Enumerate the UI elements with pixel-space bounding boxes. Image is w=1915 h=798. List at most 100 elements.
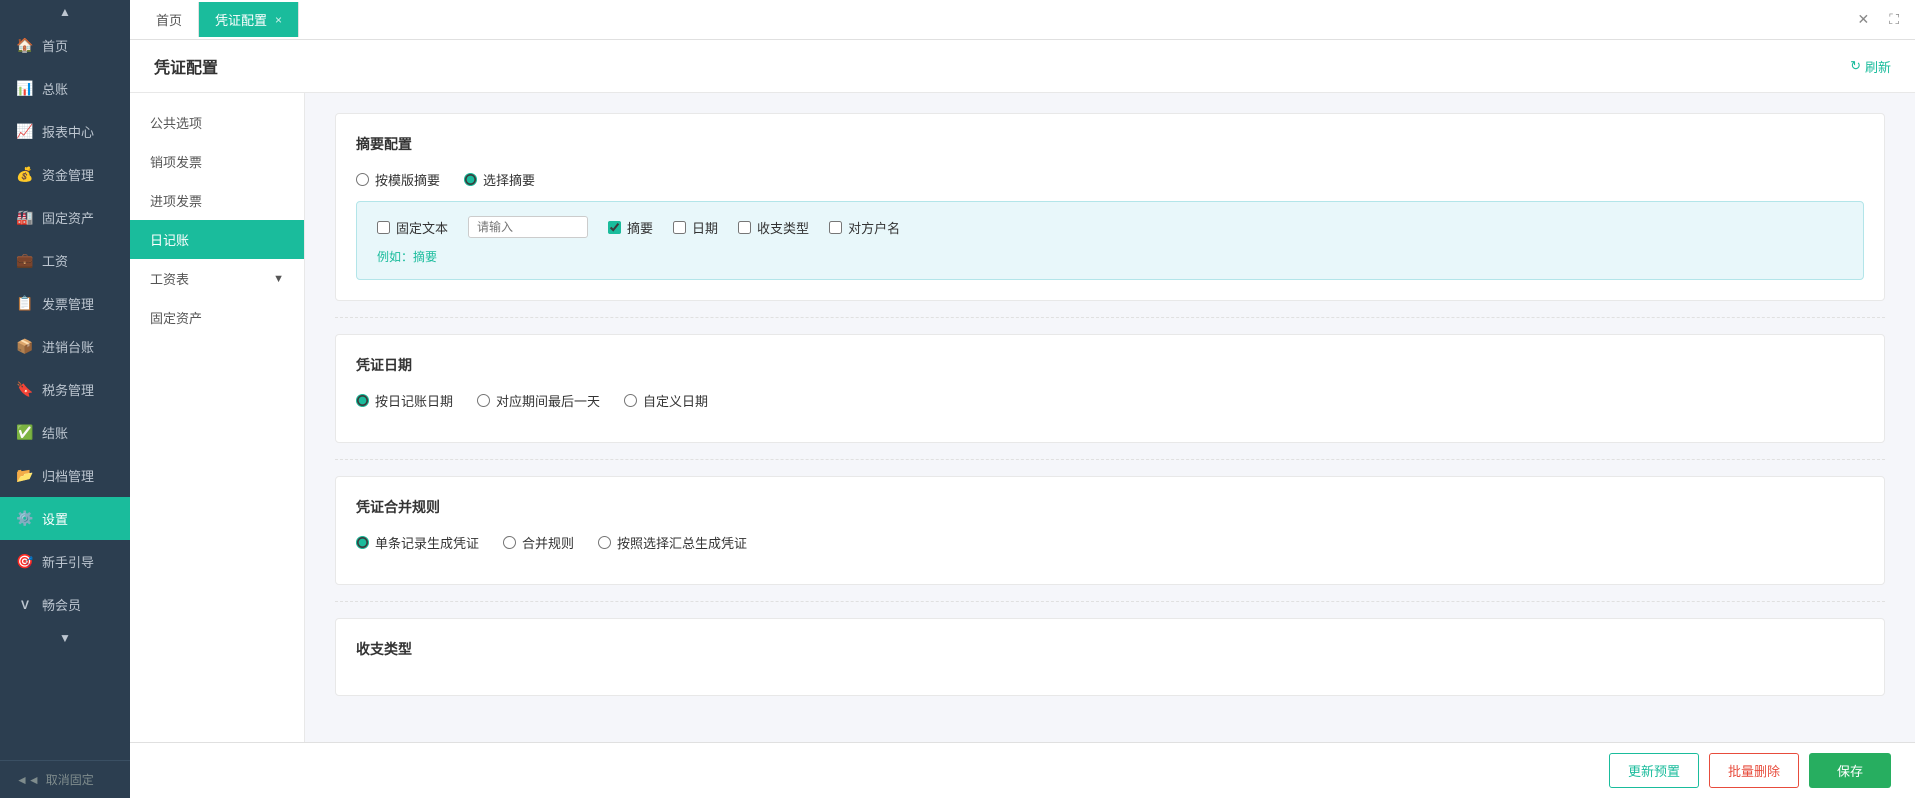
summary-checkbox[interactable] — [608, 221, 621, 234]
single-record-radio[interactable]: 单条记录生成凭证 — [356, 533, 479, 552]
sidebar: ▲ 🏠 首页 📊 总账 📈 报表中心 💰 资金管理 🏭 固定资产 💼 工资 📋 … — [0, 0, 130, 798]
custom-date-radio[interactable]: 自定义日期 — [624, 391, 708, 410]
sidebar-item-guide-label: 新手引导 — [42, 552, 94, 571]
date-label: 日期 — [692, 218, 718, 237]
summary-config-section: 摘要配置 按模版摘要 选择摘要 — [335, 113, 1885, 301]
merge-rule-radio[interactable]: 合并规则 — [503, 533, 574, 552]
select-summary-radio[interactable]: 选择摘要 — [464, 170, 535, 189]
main-area: 首页 凭证配置 × ✕ ⛶ 凭证配置 ↻ 刷新 公共选项 — [130, 0, 1915, 798]
template-summary-input[interactable] — [356, 173, 369, 186]
sidebar-item-assets[interactable]: 🏭 固定资产 — [0, 196, 130, 239]
sidebar-item-home-label: 首页 — [42, 36, 68, 55]
fixed-text-checkbox[interactable] — [377, 221, 390, 234]
summary-config-box: 固定文本 摘要 日期 — [356, 201, 1864, 280]
sidebar-scroll-up[interactable]: ▲ — [0, 0, 130, 24]
select-summary-input[interactable] — [464, 173, 477, 186]
sidebar-item-reports[interactable]: 📈 报表中心 — [0, 110, 130, 153]
sidebar-item-sales-ledger[interactable]: 📦 进销台账 — [0, 325, 130, 368]
fixed-text-checkbox-label[interactable]: 固定文本 — [377, 218, 448, 237]
sidebar-item-sales-ledger-label: 进销台账 — [42, 337, 94, 356]
sidebar-item-funds[interactable]: 💰 资金管理 — [0, 153, 130, 196]
home-icon: 🏠 — [16, 37, 34, 55]
voucher-date-radio-group: 按日记账日期 对应期间最后一天 自定义日期 — [356, 391, 1864, 410]
batch-delete-btn[interactable]: 批量删除 — [1709, 753, 1799, 788]
tab-voucher-config[interactable]: 凭证配置 × — [199, 2, 299, 37]
close-window-btn[interactable]: ✕ — [1851, 7, 1875, 32]
archive-mgmt-icon: 📂 — [16, 467, 34, 485]
fixed-text-input[interactable] — [468, 216, 588, 238]
custom-date-input[interactable] — [624, 394, 637, 407]
template-summary-radio[interactable]: 按模版摘要 — [356, 170, 440, 189]
income-type-label: 收支类型 — [757, 218, 809, 237]
divider-3 — [335, 601, 1885, 602]
tab-close-icon[interactable]: × — [275, 13, 282, 27]
sidebar-item-invoice-mgmt[interactable]: 📋 发票管理 — [0, 282, 130, 325]
sidebar-item-archive-mgmt[interactable]: 📂 归档管理 — [0, 454, 130, 497]
fixed-text-label: 固定文本 — [396, 218, 448, 237]
sidebar-item-archive-label: 归档管理 — [42, 466, 94, 485]
settlement-icon: ✅ — [16, 424, 34, 442]
journal-date-label: 按日记账日期 — [375, 391, 453, 410]
left-nav-public[interactable]: 公共选项 — [130, 103, 304, 142]
summary-radio-group: 按模版摘要 选择摘要 — [356, 170, 1864, 189]
sidebar-item-settlement[interactable]: ✅ 结账 — [0, 411, 130, 454]
select-merge-input[interactable] — [598, 536, 611, 549]
payroll-icon: 💼 — [16, 252, 34, 270]
left-nav-payroll-table[interactable]: 工资表 ▼ — [130, 259, 304, 298]
reports-icon: 📈 — [16, 123, 34, 141]
journal-date-radio[interactable]: 按日记账日期 — [356, 391, 453, 410]
template-summary-label: 按模版摘要 — [375, 170, 440, 189]
maximize-window-btn[interactable]: ⛶ — [1883, 7, 1905, 32]
update-preview-btn[interactable]: 更新预置 — [1609, 753, 1699, 788]
sidebar-item-ledger[interactable]: 📊 总账 — [0, 67, 130, 110]
left-nav-journal[interactable]: 日记账 — [130, 220, 304, 259]
left-nav-sales-invoice[interactable]: 销项发票 — [130, 142, 304, 181]
tab-home-label: 首页 — [156, 13, 182, 28]
merge-rule-input[interactable] — [503, 536, 516, 549]
sidebar-item-settings-label: 设置 — [42, 509, 68, 528]
content-wrapper: 凭证配置 ↻ 刷新 公共选项 销项发票 进项发票 日记账 — [130, 40, 1915, 798]
left-nav: 公共选项 销项发票 进项发票 日记账 工资表 ▼ 固定资产 — [130, 93, 305, 742]
guide-icon: 🎯 — [16, 553, 34, 571]
page-header: 凭证配置 ↻ 刷新 — [130, 40, 1915, 93]
counterpart-checkbox-label[interactable]: 对方户名 — [829, 218, 900, 237]
sidebar-item-ledger-label: 总账 — [42, 79, 68, 98]
select-merge-radio[interactable]: 按照选择汇总生成凭证 — [598, 533, 747, 552]
save-btn[interactable]: 保存 — [1809, 753, 1891, 788]
tab-home[interactable]: 首页 — [140, 2, 199, 37]
settings-icon: ⚙️ — [16, 510, 34, 528]
ledger-icon: 📊 — [16, 80, 34, 98]
counterpart-checkbox[interactable] — [829, 221, 842, 234]
sidebar-item-tax-mgmt[interactable]: 🔖 税务管理 — [0, 368, 130, 411]
merge-rule-title: 凭证合并规则 — [356, 497, 1864, 517]
refresh-btn[interactable]: ↻ 刷新 — [1850, 57, 1891, 76]
sidebar-item-home[interactable]: 🏠 首页 — [0, 24, 130, 67]
merge-rule-section: 凭证合并规则 单条记录生成凭证 合并规则 按照选择汇总生成凭证 — [335, 476, 1885, 585]
tax-mgmt-icon: 🔖 — [16, 381, 34, 399]
sidebar-item-assets-label: 固定资产 — [42, 208, 94, 227]
select-merge-label: 按照选择汇总生成凭证 — [617, 533, 747, 552]
summary-checkbox-label[interactable]: 摘要 — [608, 218, 653, 237]
sidebar-item-settings[interactable]: ⚙️ 设置 — [0, 497, 130, 540]
last-day-radio[interactable]: 对应期间最后一天 — [477, 391, 600, 410]
custom-date-label: 自定义日期 — [643, 391, 708, 410]
pin-icon: ◄◄ — [16, 773, 40, 787]
single-record-input[interactable] — [356, 536, 369, 549]
sidebar-item-payroll[interactable]: 💼 工资 — [0, 239, 130, 282]
right-content: 摘要配置 按模版摘要 选择摘要 — [305, 93, 1915, 742]
merge-rule-label: 合并规则 — [522, 533, 574, 552]
left-nav-purchase-invoice[interactable]: 进项发票 — [130, 181, 304, 220]
date-checkbox-label[interactable]: 日期 — [673, 218, 718, 237]
date-checkbox[interactable] — [673, 221, 686, 234]
sidebar-scroll-down[interactable]: ▼ — [0, 626, 130, 650]
sidebar-item-member[interactable]: V 畅会员 — [0, 583, 130, 626]
invoice-mgmt-icon: 📋 — [16, 295, 34, 313]
income-type-checkbox[interactable] — [738, 221, 751, 234]
sidebar-unpin-btn[interactable]: ◄◄ 取消固定 — [0, 760, 130, 798]
last-day-input[interactable] — [477, 394, 490, 407]
left-nav-fixed-assets[interactable]: 固定资产 — [130, 298, 304, 337]
journal-date-input[interactable] — [356, 394, 369, 407]
income-type-checkbox-label[interactable]: 收支类型 — [738, 218, 809, 237]
sidebar-item-guide[interactable]: 🎯 新手引导 — [0, 540, 130, 583]
income-type-section-title: 收支类型 — [356, 639, 1864, 659]
